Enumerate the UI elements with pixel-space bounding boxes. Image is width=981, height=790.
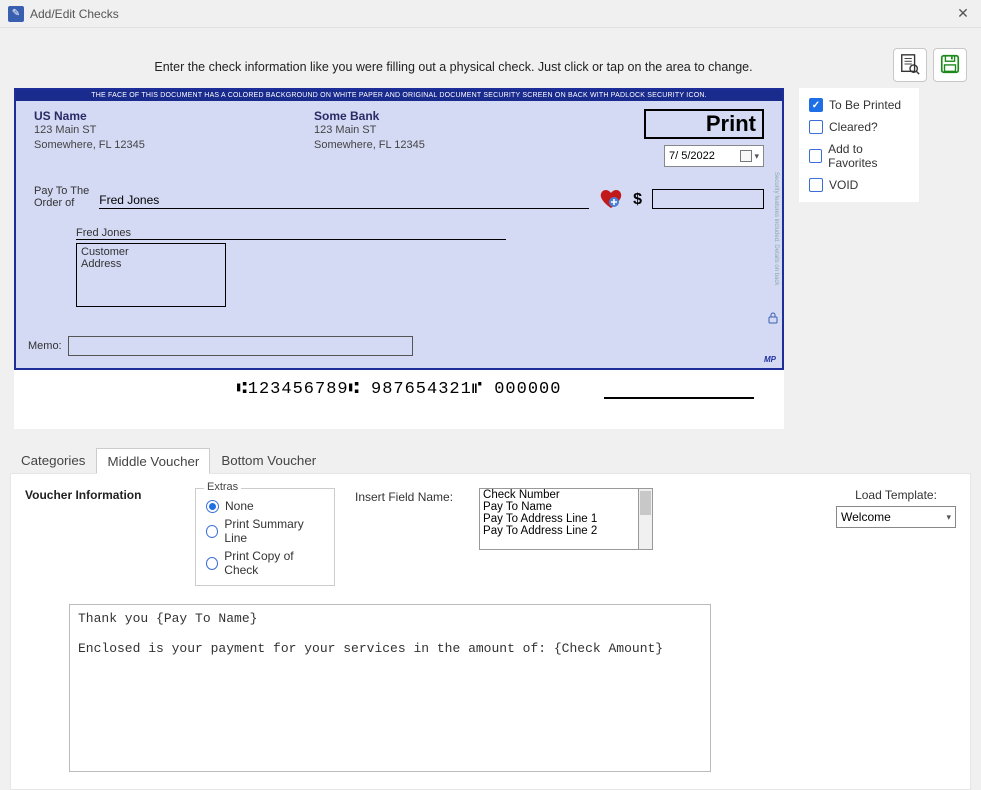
instruction-text: Enter the check information like you wer… bbox=[14, 48, 893, 74]
opt-cleared[interactable]: Cleared? bbox=[809, 120, 909, 134]
tab-middle-voucher[interactable]: Middle Voucher bbox=[96, 448, 210, 474]
opt-label: Add to Favorites bbox=[828, 142, 909, 170]
extras-none[interactable]: None bbox=[206, 499, 324, 513]
load-template-label: Load Template: bbox=[836, 488, 956, 502]
bank-addr1: 123 Main ST bbox=[314, 123, 564, 138]
field-item[interactable]: Pay To Address Line 1 bbox=[480, 513, 638, 525]
close-button[interactable]: ✕ bbox=[953, 4, 973, 24]
tabs-row: Categories Middle Voucher Bottom Voucher bbox=[10, 447, 981, 473]
tab-categories[interactable]: Categories bbox=[10, 447, 96, 473]
title-bar: ✎ Add/Edit Checks ✕ bbox=[0, 0, 981, 28]
payee-address-box[interactable] bbox=[76, 243, 226, 307]
opt-to-be-printed[interactable]: To Be Printed bbox=[809, 98, 909, 112]
voucher-panel: Voucher Information Extras None Print Su… bbox=[10, 473, 971, 790]
memo-row: Memo: bbox=[16, 336, 782, 356]
date-value: 7/ 5/2022 bbox=[669, 150, 715, 162]
field-item[interactable]: Pay To Name bbox=[480, 501, 638, 513]
options-panel: To Be Printed Cleared? Add to Favorites … bbox=[799, 88, 919, 202]
preview-button[interactable] bbox=[893, 48, 927, 82]
payee-column: Fred Jones bbox=[76, 227, 506, 310]
opt-label: To Be Printed bbox=[829, 98, 901, 112]
template-select[interactable]: Welcome ▾ bbox=[836, 506, 956, 528]
check-right-stack: Print 7/ 5/2022 ▾ bbox=[644, 109, 764, 167]
mp-mark: MP bbox=[764, 355, 776, 364]
bank-name: Some Bank bbox=[314, 109, 564, 123]
field-item[interactable]: Check Number bbox=[480, 489, 638, 501]
window-title: Add/Edit Checks bbox=[30, 7, 953, 21]
opt-label: VOID bbox=[829, 178, 858, 192]
scrollbar-thumb[interactable] bbox=[640, 491, 651, 515]
pay-to-label: Pay To The Order of bbox=[34, 185, 89, 209]
main-body: THE FACE OF THIS DOCUMENT HAS A COLORED … bbox=[0, 82, 981, 429]
micr-area: ⑆123456789⑆ 987654321⑈ 000000 bbox=[14, 370, 784, 429]
field-list-wrap: Check Number Pay To Name Pay To Address … bbox=[479, 488, 653, 550]
security-band: THE FACE OF THIS DOCUMENT HAS A COLORED … bbox=[16, 90, 782, 101]
memo-label: Memo: bbox=[28, 340, 62, 352]
pay-to-row: Pay To The Order of $ bbox=[34, 185, 764, 209]
tab-bottom-voucher[interactable]: Bottom Voucher bbox=[210, 447, 327, 473]
pay-to-input[interactable] bbox=[99, 193, 589, 209]
load-template-column: Load Template: Welcome ▾ bbox=[836, 488, 956, 528]
extras-summary[interactable]: Print Summary Line bbox=[206, 517, 324, 545]
date-dropdown-icon: ▾ bbox=[740, 150, 759, 162]
payee-row: Fred Jones bbox=[34, 227, 764, 310]
check-number-label: Print bbox=[706, 111, 756, 137]
voucher-top-row: Voucher Information Extras None Print Su… bbox=[25, 488, 956, 586]
radio-label: Print Copy of Check bbox=[224, 549, 324, 577]
checkbox-cleared[interactable] bbox=[809, 120, 823, 134]
payer-addr1: 123 Main ST bbox=[34, 123, 314, 138]
payee-name-echo[interactable]: Fred Jones bbox=[76, 227, 506, 240]
checkbox-favorites[interactable] bbox=[809, 149, 822, 163]
check-number-box[interactable]: Print bbox=[644, 109, 764, 139]
preview-icon bbox=[899, 53, 921, 78]
memo-input[interactable] bbox=[68, 336, 413, 356]
checkbox-void[interactable] bbox=[809, 178, 823, 192]
micr-line[interactable]: ⑆123456789⑆ 987654321⑈ 000000 bbox=[14, 370, 784, 429]
radio-label: None bbox=[225, 499, 254, 513]
check-column: THE FACE OF THIS DOCUMENT HAS A COLORED … bbox=[14, 88, 784, 429]
field-item[interactable]: Pay To Address Line 2 bbox=[480, 525, 638, 537]
opt-favorites[interactable]: Add to Favorites bbox=[809, 142, 909, 170]
insert-field-label: Insert Field Name: bbox=[355, 488, 453, 504]
radio-label: Print Summary Line bbox=[224, 517, 324, 545]
opt-void[interactable]: VOID bbox=[809, 178, 909, 192]
check-header-row: US Name 123 Main ST Somewhere, FL 12345 … bbox=[34, 109, 764, 167]
radio-summary[interactable] bbox=[206, 525, 218, 538]
toolbar bbox=[893, 48, 967, 82]
payer-name: US Name bbox=[34, 109, 314, 123]
field-list[interactable]: Check Number Pay To Name Pay To Address … bbox=[479, 488, 639, 550]
payer-addr2: Somewhere, FL 12345 bbox=[34, 138, 314, 153]
radio-copy[interactable] bbox=[206, 557, 218, 570]
template-value: Welcome bbox=[841, 510, 891, 524]
checkbox-to-be-printed[interactable] bbox=[809, 98, 823, 112]
check-face: THE FACE OF THIS DOCUMENT HAS A COLORED … bbox=[14, 88, 784, 370]
extras-legend: Extras bbox=[204, 481, 241, 493]
amount-input[interactable] bbox=[652, 189, 764, 209]
extras-group: Extras None Print Summary Line Print Cop… bbox=[195, 488, 335, 586]
bank-block[interactable]: Some Bank 123 Main ST Somewhere, FL 1234… bbox=[314, 109, 564, 167]
opt-label: Cleared? bbox=[829, 120, 878, 134]
app-icon: ✎ bbox=[8, 6, 24, 22]
date-picker[interactable]: 7/ 5/2022 ▾ bbox=[664, 145, 764, 167]
signature-line[interactable] bbox=[604, 397, 754, 399]
bank-addr2: Somewhere, FL 12345 bbox=[314, 138, 564, 153]
check-content: US Name 123 Main ST Somewhere, FL 12345 … bbox=[16, 101, 782, 316]
save-button[interactable] bbox=[933, 48, 967, 82]
field-list-scrollbar[interactable] bbox=[639, 488, 653, 550]
chevron-down-icon: ▾ bbox=[946, 512, 951, 523]
save-icon bbox=[939, 53, 961, 78]
heart-icon[interactable] bbox=[599, 187, 623, 209]
padlock-icon bbox=[768, 312, 778, 324]
radio-none[interactable] bbox=[206, 500, 219, 513]
payer-block[interactable]: US Name 123 Main ST Somewhere, FL 12345 bbox=[34, 109, 314, 167]
dollar-sign: $ bbox=[633, 191, 642, 209]
voucher-info-label: Voucher Information bbox=[25, 488, 175, 502]
extras-copy[interactable]: Print Copy of Check bbox=[206, 549, 324, 577]
voucher-textarea[interactable] bbox=[69, 604, 711, 772]
top-area: Enter the check information like you wer… bbox=[0, 28, 981, 82]
